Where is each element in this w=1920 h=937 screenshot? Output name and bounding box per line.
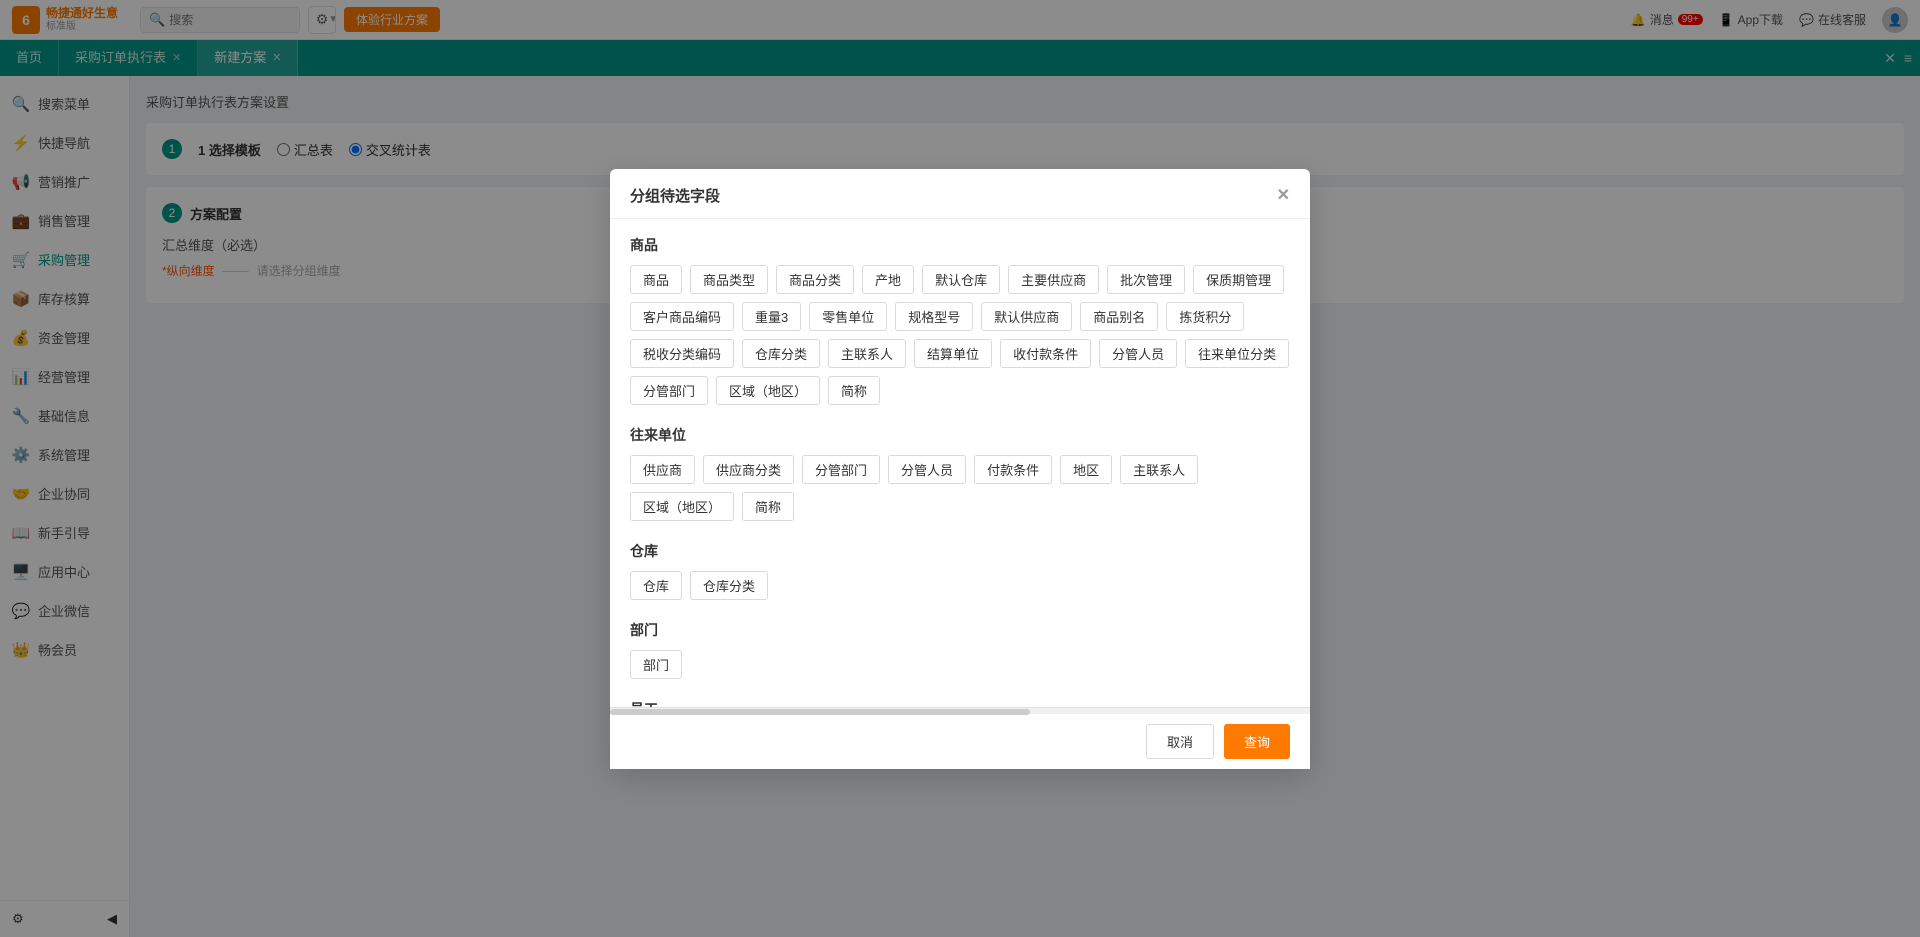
field-tag-settle-unit[interactable]: 结算单位 (914, 339, 992, 368)
cancel-button[interactable]: 取消 (1146, 724, 1214, 759)
field-tag-partner-region[interactable]: 区域（地区） (630, 492, 734, 521)
field-tag-warehouse-category[interactable]: 仓库分类 (742, 339, 820, 368)
section-product: 商品 商品 商品类型 商品分类 产地 默认仓库 主要供应商 批次管理 保质期管理… (630, 235, 1290, 405)
modal-overlay: 分组待选字段 ✕ 商品 商品 商品类型 商品分类 产地 默认仓库 主要供应商 批… (0, 0, 1920, 937)
field-tag-origin[interactable]: 产地 (862, 265, 914, 294)
section-employee: 员工 业务员 (630, 699, 1290, 707)
field-tag-supplier[interactable]: 供应商 (630, 455, 695, 484)
field-tag-pick-score[interactable]: 拣货积分 (1166, 302, 1244, 331)
section-dept: 部门 部门 (630, 620, 1290, 679)
field-tag-dept-mgmt[interactable]: 分管部门 (630, 376, 708, 405)
field-tag-batch-mgmt[interactable]: 批次管理 (1107, 265, 1185, 294)
partner-field-tags: 供应商 供应商分类 分管部门 分管人员 付款条件 地区 主联系人 区域（地区） … (630, 455, 1290, 521)
field-tag-supervisor[interactable]: 分管人员 (1099, 339, 1177, 368)
modal-scrollbar-thumb (610, 709, 1030, 715)
field-tag-main-contact[interactable]: 主联系人 (828, 339, 906, 368)
field-tag-warehouse[interactable]: 仓库 (630, 571, 682, 600)
field-tag-product[interactable]: 商品 (630, 265, 682, 294)
field-tag-partner-category[interactable]: 往来单位分类 (1185, 339, 1289, 368)
field-tag-retail-unit[interactable]: 零售单位 (809, 302, 887, 331)
section-employee-title: 员工 (630, 699, 1290, 707)
field-tag-default-supplier[interactable]: 默认供应商 (981, 302, 1072, 331)
field-tag-default-warehouse[interactable]: 默认仓库 (922, 265, 1000, 294)
modal-footer: 取消 查询 (610, 713, 1310, 769)
section-product-title: 商品 (630, 235, 1290, 255)
field-tag-product-category[interactable]: 商品分类 (776, 265, 854, 294)
product-field-tags: 商品 商品类型 商品分类 产地 默认仓库 主要供应商 批次管理 保质期管理 客户… (630, 265, 1290, 405)
section-partner: 往来单位 供应商 供应商分类 分管部门 分管人员 付款条件 地区 主联系人 区域… (630, 425, 1290, 521)
field-tag-region[interactable]: 区域（地区） (716, 376, 820, 405)
section-warehouse-title: 仓库 (630, 541, 1290, 561)
field-tag-partner-short-name[interactable]: 简称 (742, 492, 794, 521)
field-tag-expiry-mgmt[interactable]: 保质期管理 (1193, 265, 1284, 294)
modal-title: 分组待选字段 (630, 185, 720, 206)
field-tag-tax-code[interactable]: 税收分类编码 (630, 339, 734, 368)
modal-close-button[interactable]: ✕ (1277, 185, 1290, 205)
field-tag-product-alias[interactable]: 商品别名 (1080, 302, 1158, 331)
field-tag-customer-code[interactable]: 客户商品编码 (630, 302, 734, 331)
field-tag-short-name[interactable]: 简称 (828, 376, 880, 405)
field-tag-main-supplier[interactable]: 主要供应商 (1008, 265, 1099, 294)
section-warehouse: 仓库 仓库 仓库分类 (630, 541, 1290, 600)
field-tag-dept[interactable]: 部门 (630, 650, 682, 679)
field-tag-partner-main-contact[interactable]: 主联系人 (1120, 455, 1198, 484)
warehouse-field-tags: 仓库 仓库分类 (630, 571, 1290, 600)
field-tag-payment-condition[interactable]: 付款条件 (974, 455, 1052, 484)
modal-header: 分组待选字段 ✕ (610, 169, 1310, 219)
field-tag-area[interactable]: 地区 (1060, 455, 1112, 484)
modal-horizontal-scrollbar[interactable] (610, 707, 1310, 713)
field-selection-modal: 分组待选字段 ✕ 商品 商品 商品类型 商品分类 产地 默认仓库 主要供应商 批… (610, 169, 1310, 769)
section-partner-title: 往来单位 (630, 425, 1290, 445)
field-tag-partner-dept[interactable]: 分管部门 (802, 455, 880, 484)
field-tag-spec-model[interactable]: 规格型号 (895, 302, 973, 331)
field-tag-supplier-category[interactable]: 供应商分类 (703, 455, 794, 484)
dept-field-tags: 部门 (630, 650, 1290, 679)
field-tag-warehouse-cat[interactable]: 仓库分类 (690, 571, 768, 600)
field-tag-payment-terms[interactable]: 收付款条件 (1000, 339, 1091, 368)
field-tag-partner-supervisor[interactable]: 分管人员 (888, 455, 966, 484)
field-tag-weight3[interactable]: 重量3 (742, 302, 801, 331)
field-tag-product-type[interactable]: 商品类型 (690, 265, 768, 294)
confirm-button[interactable]: 查询 (1224, 724, 1290, 759)
section-dept-title: 部门 (630, 620, 1290, 640)
modal-body: 商品 商品 商品类型 商品分类 产地 默认仓库 主要供应商 批次管理 保质期管理… (610, 219, 1310, 707)
